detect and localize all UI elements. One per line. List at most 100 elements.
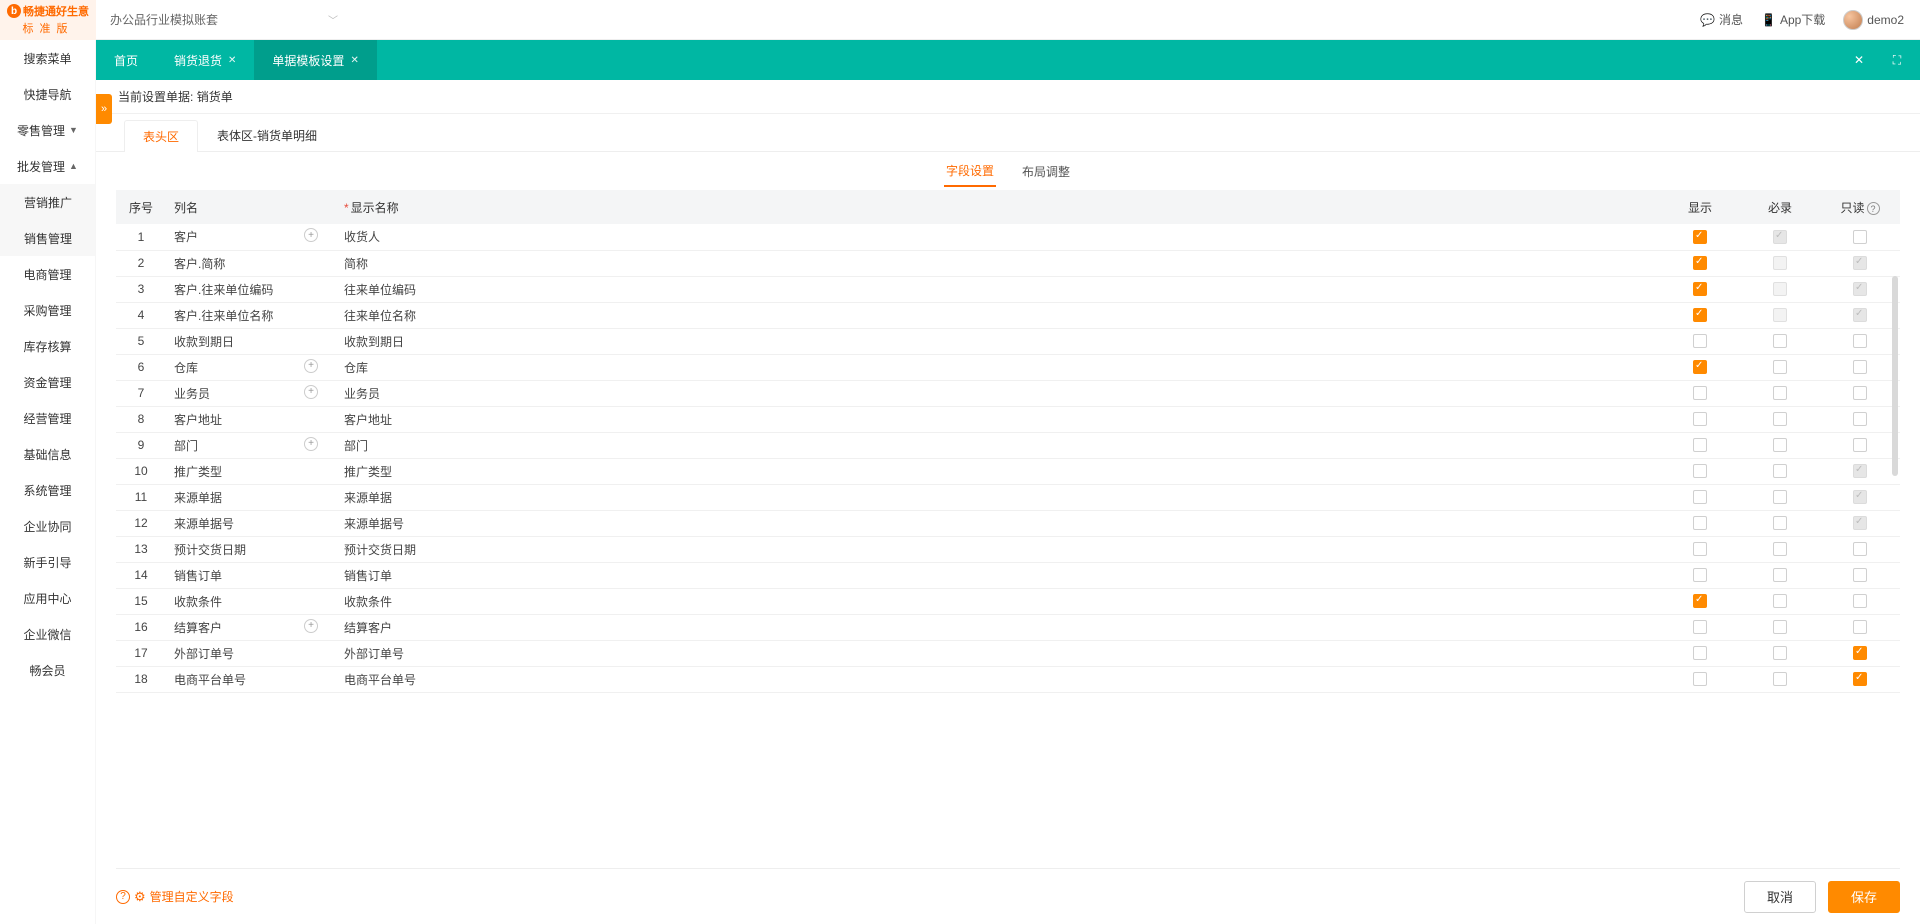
checkbox[interactable]	[1853, 646, 1867, 660]
manage-custom-fields-link[interactable]: ? ⚙ 管理自定义字段	[116, 888, 234, 905]
checkbox[interactable]	[1693, 542, 1707, 556]
checkbox[interactable]	[1853, 594, 1867, 608]
checkbox[interactable]	[1693, 672, 1707, 686]
inner-tab[interactable]: 字段设置	[944, 156, 996, 187]
checkbox[interactable]	[1693, 568, 1707, 582]
checkbox[interactable]	[1693, 334, 1707, 348]
checkbox[interactable]	[1853, 334, 1867, 348]
cell-display-name[interactable]: 收货人	[336, 224, 1660, 250]
checkbox[interactable]	[1853, 360, 1867, 374]
sidebar-item[interactable]: 资金管理	[0, 364, 95, 400]
sidebar-item[interactable]: 企业协同	[0, 508, 95, 544]
cell-display-name[interactable]: 结算客户	[336, 614, 1660, 640]
checkbox[interactable]	[1693, 308, 1707, 322]
checkbox[interactable]	[1693, 256, 1707, 270]
scrollbar[interactable]	[1892, 276, 1898, 854]
checkbox[interactable]	[1773, 412, 1787, 426]
checkbox[interactable]	[1693, 516, 1707, 530]
sidebar-item[interactable]: 企业微信	[0, 616, 95, 652]
checkbox[interactable]	[1853, 412, 1867, 426]
sidebar-item[interactable]: 基础信息	[0, 436, 95, 472]
cell-display-name[interactable]: 收款到期日	[336, 328, 1660, 354]
cell-display-name[interactable]: 预计交货日期	[336, 536, 1660, 562]
region-tab[interactable]: 表体区-销货单明细	[198, 119, 336, 151]
checkbox[interactable]	[1773, 594, 1787, 608]
close-icon[interactable]: ✕	[228, 55, 236, 66]
sidebar-item[interactable]: 应用中心	[0, 580, 95, 616]
help-icon[interactable]: ?	[1867, 202, 1880, 215]
checkbox[interactable]	[1853, 230, 1867, 244]
checkbox[interactable]	[1693, 230, 1707, 244]
sidebar-item[interactable]: 零售管理▼	[0, 112, 95, 148]
account-selector[interactable]: 办公品行业模拟账套 ﹀	[110, 11, 338, 28]
checkbox[interactable]	[1773, 490, 1787, 504]
checkbox[interactable]	[1693, 594, 1707, 608]
expand-panel-handle[interactable]: »	[96, 94, 112, 124]
cell-display-name[interactable]: 客户地址	[336, 406, 1660, 432]
fields-table-wrapper[interactable]: 序号 列名 *显示名称 显示 必录 只读? 1客户+收货人2客户.简称简称3客户…	[96, 190, 1920, 868]
sidebar-subitem[interactable]: 营销推广	[0, 184, 95, 220]
checkbox[interactable]	[1853, 672, 1867, 686]
checkbox[interactable]	[1773, 568, 1787, 582]
cell-display-name[interactable]: 来源单据号	[336, 510, 1660, 536]
cell-display-name[interactable]: 简称	[336, 250, 1660, 276]
sidebar-item[interactable]: 经营管理	[0, 400, 95, 436]
sidebar-item[interactable]: 库存核算	[0, 328, 95, 364]
nav-tab[interactable]: 单据模板设置✕	[254, 40, 376, 80]
close-icon[interactable]: ✕	[350, 55, 358, 66]
nav-tab[interactable]: 首页	[96, 40, 156, 80]
checkbox[interactable]	[1773, 334, 1787, 348]
checkbox[interactable]	[1773, 672, 1787, 686]
plus-icon[interactable]: +	[304, 359, 318, 373]
sidebar-item[interactable]: 快捷导航	[0, 76, 95, 112]
checkbox[interactable]	[1773, 516, 1787, 530]
cell-display-name[interactable]: 往来单位编码	[336, 276, 1660, 302]
checkbox[interactable]	[1693, 464, 1707, 478]
checkbox[interactable]	[1693, 646, 1707, 660]
cell-display-name[interactable]: 电商平台单号	[336, 666, 1660, 692]
close-all-tabs-button[interactable]: ✕	[1846, 47, 1872, 73]
checkbox[interactable]	[1853, 620, 1867, 634]
plus-icon[interactable]: +	[304, 385, 318, 399]
checkbox[interactable]	[1773, 386, 1787, 400]
inner-tab[interactable]: 布局调整	[1020, 157, 1072, 186]
cell-display-name[interactable]: 外部订单号	[336, 640, 1660, 666]
user-menu[interactable]: demo2	[1843, 10, 1904, 30]
sidebar-item[interactable]: 畅会员	[0, 652, 95, 688]
fullscreen-button[interactable]: ⛶	[1884, 47, 1910, 73]
nav-tab[interactable]: 销货退货✕	[156, 40, 254, 80]
checkbox[interactable]	[1773, 360, 1787, 374]
sidebar-item[interactable]: 采购管理	[0, 292, 95, 328]
sidebar-subitem[interactable]: 销售管理	[0, 220, 95, 256]
cell-display-name[interactable]: 收款条件	[336, 588, 1660, 614]
checkbox[interactable]	[1853, 542, 1867, 556]
cancel-button[interactable]: 取消	[1744, 881, 1816, 913]
cell-display-name[interactable]: 往来单位名称	[336, 302, 1660, 328]
checkbox[interactable]	[1693, 412, 1707, 426]
checkbox[interactable]	[1693, 360, 1707, 374]
checkbox[interactable]	[1693, 282, 1707, 296]
save-button[interactable]: 保存	[1828, 881, 1900, 913]
checkbox[interactable]	[1693, 438, 1707, 452]
checkbox[interactable]	[1693, 620, 1707, 634]
cell-display-name[interactable]: 仓库	[336, 354, 1660, 380]
checkbox[interactable]	[1853, 568, 1867, 582]
messages-button[interactable]: 💬 消息	[1700, 11, 1743, 28]
cell-display-name[interactable]: 部门	[336, 432, 1660, 458]
sidebar-item[interactable]: 搜索菜单	[0, 40, 95, 76]
cell-display-name[interactable]: 业务员	[336, 380, 1660, 406]
sidebar-item[interactable]: 系统管理	[0, 472, 95, 508]
cell-display-name[interactable]: 销售订单	[336, 562, 1660, 588]
cell-display-name[interactable]: 推广类型	[336, 458, 1660, 484]
checkbox[interactable]	[1773, 464, 1787, 478]
app-download-button[interactable]: 📱 App下载	[1761, 11, 1825, 28]
checkbox[interactable]	[1693, 386, 1707, 400]
checkbox[interactable]	[1853, 386, 1867, 400]
checkbox[interactable]	[1693, 490, 1707, 504]
sidebar-item[interactable]: 批发管理▲	[0, 148, 95, 184]
cell-display-name[interactable]: 来源单据	[336, 484, 1660, 510]
sidebar-item[interactable]: 新手引导	[0, 544, 95, 580]
plus-icon[interactable]: +	[304, 228, 318, 242]
checkbox[interactable]	[1773, 646, 1787, 660]
checkbox[interactable]	[1853, 438, 1867, 452]
